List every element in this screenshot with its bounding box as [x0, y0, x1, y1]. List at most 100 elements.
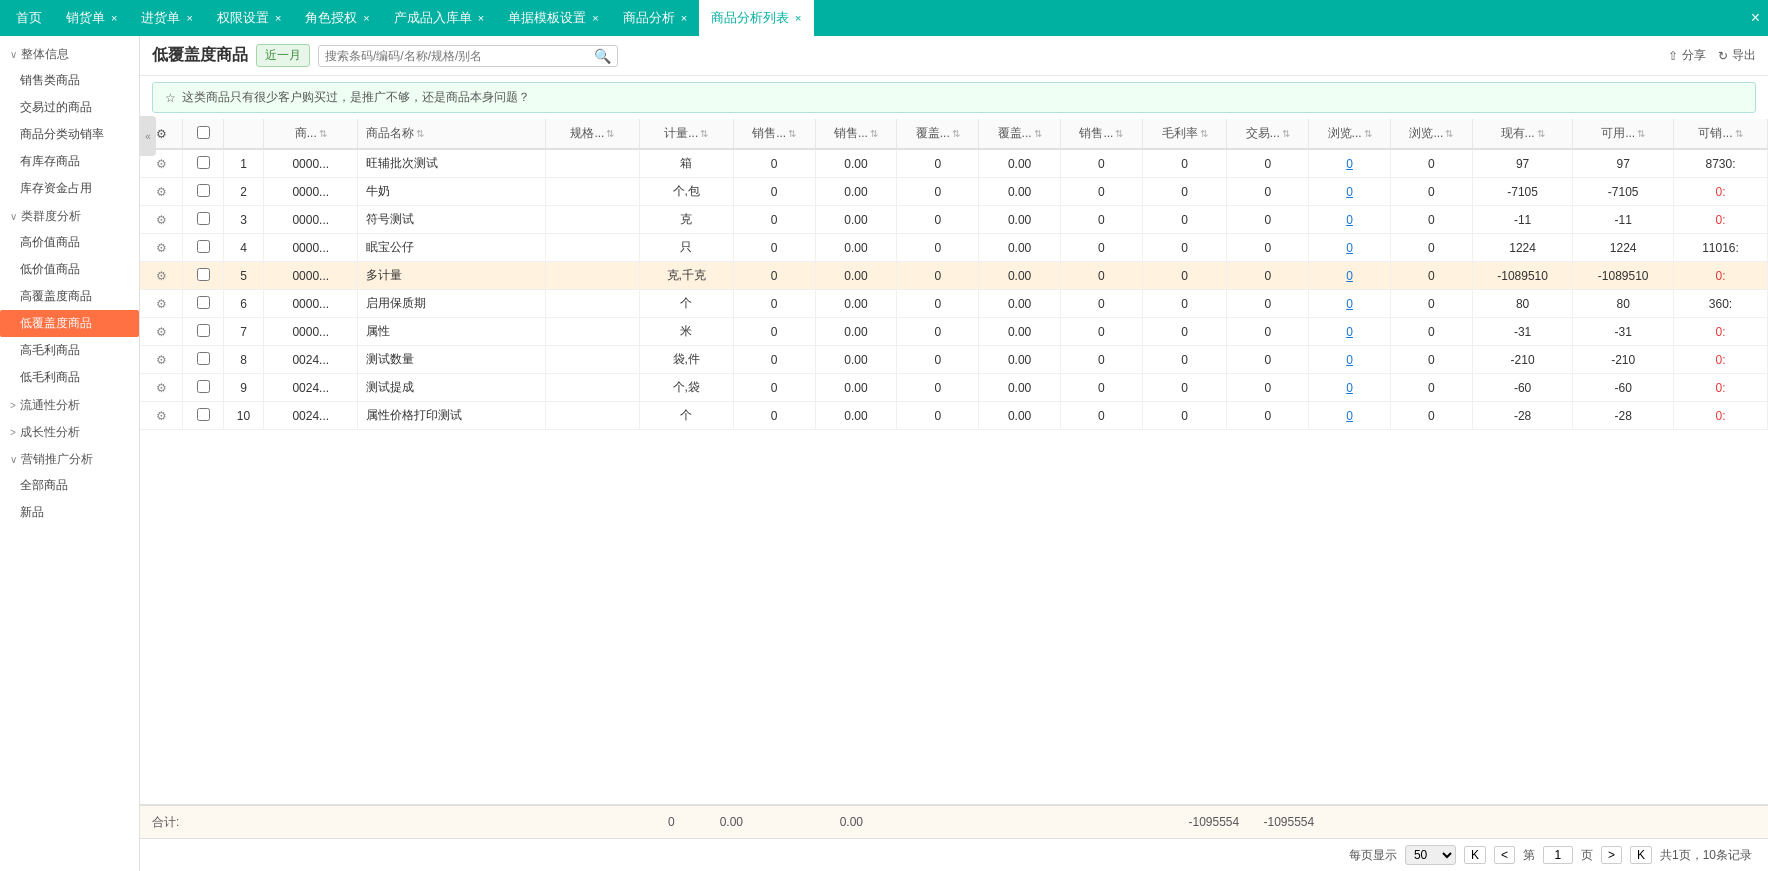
nav-tab-首页[interactable]: 首页: [4, 0, 54, 36]
page-number-input[interactable]: [1543, 846, 1573, 864]
row-select-checkbox[interactable]: [197, 380, 210, 393]
row-checkbox[interactable]: [183, 290, 223, 318]
sales-amount-col-header[interactable]: 销售...⇅: [815, 119, 897, 149]
next-page-button[interactable]: >: [1601, 846, 1622, 864]
last-page-button[interactable]: K: [1630, 846, 1652, 864]
tab-close-icon[interactable]: ×: [186, 12, 192, 24]
current-col-header[interactable]: 现有...⇅: [1472, 119, 1573, 149]
tab-close-icon[interactable]: ×: [681, 12, 687, 24]
sidebar-group-类群度分析[interactable]: ∨类群度分析: [0, 202, 139, 229]
row-settings[interactable]: ⚙: [140, 178, 183, 206]
row-settings[interactable]: ⚙: [140, 262, 183, 290]
sidebar-item-高覆盖度商品[interactable]: 高覆盖度商品: [0, 283, 139, 310]
row-settings[interactable]: ⚙: [140, 402, 183, 430]
row-settings[interactable]: ⚙: [140, 290, 183, 318]
row-settings[interactable]: ⚙: [140, 318, 183, 346]
row-select-checkbox[interactable]: [197, 352, 210, 365]
name-col-header[interactable]: 商品名称⇅: [358, 119, 546, 149]
sidebar-collapse-button[interactable]: «: [140, 116, 156, 156]
row-select-checkbox[interactable]: [197, 212, 210, 225]
tab-close-icon[interactable]: ×: [592, 12, 598, 24]
sidebar-item-高毛利商品[interactable]: 高毛利商品: [0, 337, 139, 364]
row-settings-icon[interactable]: ⚙: [156, 241, 167, 255]
tab-close-icon[interactable]: ×: [111, 12, 117, 24]
browse1-col-header[interactable]: 浏览...⇅: [1309, 119, 1391, 149]
spec-col-header[interactable]: 规格...⇅: [545, 119, 639, 149]
tab-close-icon[interactable]: ×: [478, 12, 484, 24]
nav-tab-商品分析[interactable]: 商品分析×: [611, 0, 699, 36]
sales-x-col-header[interactable]: 销售...⇅: [1061, 119, 1143, 149]
row-select-checkbox[interactable]: [197, 296, 210, 309]
browse1-link[interactable]: 0: [1346, 297, 1353, 311]
cov1-col-header[interactable]: 覆盖...⇅: [897, 119, 979, 149]
share-button[interactable]: ⇧ 分享: [1668, 47, 1706, 64]
browse1-link[interactable]: 0: [1346, 213, 1353, 227]
first-page-button[interactable]: K: [1464, 846, 1486, 864]
sidebar-group-成长性分析[interactable]: >成长性分析: [0, 418, 139, 445]
search-input[interactable]: [325, 49, 594, 63]
sidebar-item-交易过的商品[interactable]: 交易过的商品: [0, 94, 139, 121]
sidebar-item-低毛利商品[interactable]: 低毛利商品: [0, 364, 139, 391]
sidebar-group-整体信息[interactable]: ∨整体信息: [0, 40, 139, 67]
browse1-link[interactable]: 0: [1346, 241, 1353, 255]
nav-tab-销货单[interactable]: 销货单×: [54, 0, 129, 36]
sidebar-item-高价值商品[interactable]: 高价值商品: [0, 229, 139, 256]
code-col-header[interactable]: 商...⇅: [264, 119, 358, 149]
tab-close-icon[interactable]: ×: [363, 12, 369, 24]
row-checkbox[interactable]: [183, 262, 223, 290]
row-settings[interactable]: ⚙: [140, 374, 183, 402]
sidebar-item-全部商品[interactable]: 全部商品: [0, 472, 139, 499]
row-checkbox[interactable]: [183, 206, 223, 234]
browse1-link[interactable]: 0: [1346, 157, 1353, 171]
available-col-header[interactable]: 可用...⇅: [1573, 119, 1674, 149]
tab-close-icon[interactable]: ×: [795, 12, 801, 24]
row-select-checkbox[interactable]: [197, 240, 210, 253]
browse1-link[interactable]: 0: [1346, 185, 1353, 199]
select-all-checkbox[interactable]: [197, 126, 210, 139]
nav-tab-进货单[interactable]: 进货单×: [129, 0, 204, 36]
page-size-select[interactable]: 2050100: [1405, 845, 1456, 865]
row-settings-icon[interactable]: ⚙: [156, 353, 167, 367]
row-select-checkbox[interactable]: [197, 324, 210, 337]
row-checkbox[interactable]: [183, 318, 223, 346]
sales-count-col-header[interactable]: 销售...⇅: [733, 119, 815, 149]
filter-button[interactable]: 近一月: [256, 44, 310, 67]
row-settings-icon[interactable]: ⚙: [156, 297, 167, 311]
tab-close-icon[interactable]: ×: [275, 12, 281, 24]
sidebar-group-流通性分析[interactable]: >流通性分析: [0, 391, 139, 418]
sidebar-item-低价值商品[interactable]: 低价值商品: [0, 256, 139, 283]
row-settings-icon[interactable]: ⚙: [156, 409, 167, 423]
row-settings[interactable]: ⚙: [140, 346, 183, 374]
sidebar-item-库存资金占用[interactable]: 库存资金占用: [0, 175, 139, 202]
nav-tab-商品分析列表[interactable]: 商品分析列表×: [699, 0, 813, 36]
trans-col-header[interactable]: 交易...⇅: [1227, 119, 1309, 149]
browse1-link[interactable]: 0: [1346, 325, 1353, 339]
sidebar-group-营销推广分析[interactable]: ∨营销推广分析: [0, 445, 139, 472]
browse1-link[interactable]: 0: [1346, 269, 1353, 283]
sidebar-item-有库存商品[interactable]: 有库存商品: [0, 148, 139, 175]
browse1-link[interactable]: 0: [1346, 353, 1353, 367]
nav-tab-产成品入库单[interactable]: 产成品入库单×: [382, 0, 496, 36]
prev-page-button[interactable]: <: [1494, 846, 1515, 864]
gross-rate-col-header[interactable]: 毛利率⇅: [1142, 119, 1226, 149]
row-select-checkbox[interactable]: [197, 156, 210, 169]
row-select-checkbox[interactable]: [197, 408, 210, 421]
row-checkbox[interactable]: [183, 178, 223, 206]
browse1-link[interactable]: 0: [1346, 381, 1353, 395]
sellable-col-header[interactable]: 可销...⇅: [1673, 119, 1767, 149]
nav-tab-单据模板设置[interactable]: 单据模板设置×: [496, 0, 610, 36]
row-checkbox[interactable]: [183, 402, 223, 430]
row-settings-icon[interactable]: ⚙: [156, 269, 167, 283]
row-checkbox[interactable]: [183, 234, 223, 262]
sidebar-item-商品分类动销率[interactable]: 商品分类动销率: [0, 121, 139, 148]
row-checkbox[interactable]: [183, 149, 223, 178]
nav-tab-角色授权[interactable]: 角色授权×: [293, 0, 381, 36]
row-settings-icon[interactable]: ⚙: [156, 381, 167, 395]
row-settings[interactable]: ⚙: [140, 234, 183, 262]
unit-col-header[interactable]: 计量...⇅: [639, 119, 733, 149]
row-checkbox[interactable]: [183, 374, 223, 402]
row-settings-icon[interactable]: ⚙: [156, 325, 167, 339]
export-button[interactable]: ↻ 导出: [1718, 47, 1756, 64]
row-settings[interactable]: ⚙: [140, 206, 183, 234]
row-settings-icon[interactable]: ⚙: [156, 213, 167, 227]
